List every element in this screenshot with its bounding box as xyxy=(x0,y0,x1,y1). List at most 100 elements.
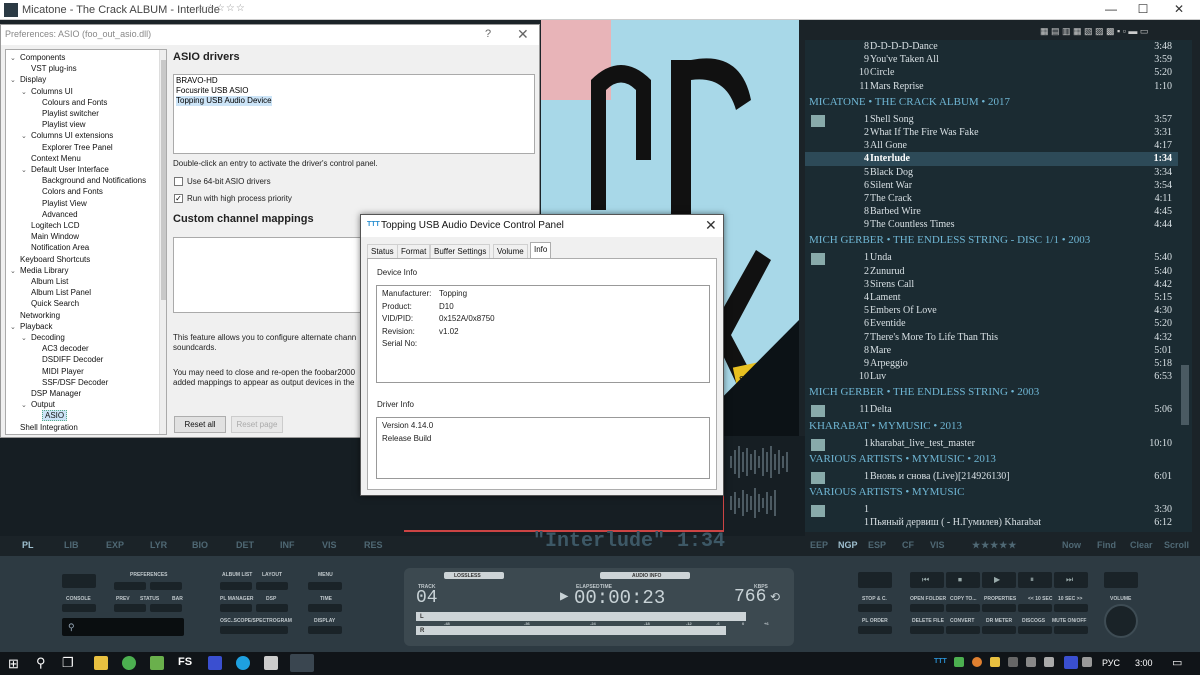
eject-button[interactable] xyxy=(1104,572,1138,588)
task-view-icon[interactable]: ❐ xyxy=(62,655,74,671)
preferences-close-button[interactable]: ✕ xyxy=(517,26,529,43)
osc-scope-button[interactable] xyxy=(220,626,288,634)
tray-icon-2[interactable] xyxy=(954,657,964,667)
tray-topping-icon[interactable]: TTT xyxy=(934,658,947,665)
display-button[interactable] xyxy=(308,626,342,634)
discogs-button[interactable] xyxy=(1018,626,1052,634)
status-button-a[interactable] xyxy=(114,604,146,612)
nav-tab[interactable]: LYR xyxy=(150,540,167,550)
playlist-row[interactable]: 3 Sirens Call 4:42 xyxy=(805,278,1178,291)
playlist-row[interactable]: 8 Barbed Wire 4:45 xyxy=(805,205,1178,218)
tree-item[interactable]: ⌄ Playback xyxy=(10,322,52,333)
tree-item[interactable]: ⌄ Display xyxy=(10,75,46,86)
nav-tab[interactable]: DET xyxy=(236,540,254,550)
nav-tab[interactable]: LIB xyxy=(64,540,79,550)
search-taskbar-icon[interactable]: ⚲ xyxy=(36,655,46,671)
tray-icon-6[interactable] xyxy=(1026,657,1036,667)
reset-page-button[interactable]: Reset page xyxy=(231,416,283,433)
tree-item[interactable]: Explorer Tree Panel xyxy=(32,143,113,154)
preferences-button-a[interactable] xyxy=(114,582,146,590)
playlist-row[interactable]: 1 Вновь и снова (Live)[214926130] 6:01 xyxy=(805,470,1178,484)
layout-button[interactable] xyxy=(256,582,288,590)
tray-icon-4[interactable] xyxy=(990,657,1000,667)
playlist-row[interactable]: 8 Mare 5:01 xyxy=(805,344,1178,357)
reset-all-button[interactable]: Reset all xyxy=(174,416,226,433)
playlist-action[interactable]: Now xyxy=(1062,540,1081,550)
status-button-b[interactable] xyxy=(150,604,182,612)
driver-item-selected[interactable]: Topping USB Audio Device xyxy=(176,96,532,106)
chevron-down-icon[interactable]: ⌄ xyxy=(10,54,20,62)
tree-item[interactable]: DSP Manager xyxy=(21,389,81,400)
panel-tab[interactable]: NGP xyxy=(838,540,858,550)
repeat-icon[interactable]: ⟲ xyxy=(770,590,780,605)
tree-item[interactable]: ⌄ Columns UI xyxy=(21,87,73,98)
stop-ac-button[interactable] xyxy=(858,572,892,588)
tree-item[interactable]: DSDIFF Decoder xyxy=(32,355,103,366)
fs-app[interactable]: FS xyxy=(178,656,192,668)
panel-tab[interactable]: VIS xyxy=(930,540,945,550)
pause-button[interactable] xyxy=(1018,572,1052,588)
driver-item[interactable]: BRAVO-HD xyxy=(176,76,532,86)
language-indicator[interactable]: РУС xyxy=(1102,658,1120,668)
file-explorer-icon[interactable] xyxy=(94,656,108,670)
stop-after-current-toggle[interactable] xyxy=(858,604,892,612)
nav-tab[interactable]: BIO xyxy=(192,540,208,550)
topping-taskbar-icon[interactable] xyxy=(290,654,314,672)
playlist-row[interactable]: 2 Zunurud 5:40 xyxy=(805,265,1178,278)
skype-icon[interactable] xyxy=(236,656,250,670)
playlist-row[interactable]: 6 Eventide 5:20 xyxy=(805,317,1178,330)
rating-stars-nav[interactable]: ★★★★★ xyxy=(972,540,1017,551)
tab-info[interactable]: Info xyxy=(530,242,552,258)
notepad-icon[interactable] xyxy=(150,656,164,670)
tree-scrollbar-thumb[interactable] xyxy=(161,60,166,300)
tree-item[interactable]: Shell Integration xyxy=(10,423,78,434)
volume-knob[interactable] xyxy=(1104,604,1138,638)
high-priority-checkbox[interactable]: ✓ xyxy=(174,194,183,203)
rating-stars[interactable]: ☆☆☆☆☆ xyxy=(196,3,246,14)
delete-file-button[interactable] xyxy=(910,626,944,634)
tab-format[interactable]: Format xyxy=(397,244,431,258)
console-button[interactable] xyxy=(62,604,96,612)
nav-tab[interactable]: INF xyxy=(280,540,295,550)
playlist-row[interactable]: 8 D-D-D-D-Dance 3:48 xyxy=(805,40,1178,53)
playlist-row[interactable]: 11 Mars Reprise 1:10 xyxy=(805,80,1178,93)
panel-tab[interactable]: EEP xyxy=(810,540,828,550)
tree-item[interactable]: Playlist View xyxy=(32,199,87,210)
playlist-row[interactable]: 1 Shell Song 3:57 xyxy=(805,113,1178,127)
start-icon[interactable]: ⊞ xyxy=(8,656,19,672)
pl-manager-button[interactable] xyxy=(220,604,252,612)
tree-item[interactable]: Logitech LCD xyxy=(21,221,79,232)
tree-item[interactable]: ⌄ Media Library xyxy=(10,266,68,277)
use64-checkbox[interactable] xyxy=(174,177,183,186)
chrome-icon[interactable] xyxy=(122,656,136,670)
control-panel-close-button[interactable]: ✕ xyxy=(705,217,717,234)
playlist-row[interactable]: 2 What If The Fire Was Fake 3:31 xyxy=(805,126,1178,139)
tree-scrollbar[interactable] xyxy=(159,50,166,434)
dr-meter-button[interactable] xyxy=(982,626,1016,634)
playlist-row[interactable]: 3 All Gone 4:17 xyxy=(805,139,1178,152)
tree-item[interactable]: ⌄ Columns UI extensions xyxy=(21,131,113,142)
playlist-row[interactable]: 4 Lament 5:15 xyxy=(805,291,1178,304)
help-button[interactable]: ? xyxy=(485,28,491,40)
clock[interactable]: 3:00 xyxy=(1135,658,1153,668)
playlist-group-header[interactable]: MICH GERBER • THE ENDLESS STRING - DISC … xyxy=(805,231,1178,251)
tree-item[interactable]: Advanced xyxy=(32,210,78,221)
tree-item[interactable]: Networking xyxy=(10,311,60,322)
search-field[interactable] xyxy=(62,618,184,636)
tree-item[interactable]: VST plug-ins xyxy=(21,64,77,75)
tab-volume[interactable]: Volume xyxy=(493,244,528,258)
playlist-row[interactable]: 5 Black Dog 3:34 xyxy=(805,166,1178,179)
asio-driver-list[interactable]: BRAVO-HD Focusrite USB ASIO Topping USB … xyxy=(173,74,535,154)
tree-item[interactable]: ⌄ Decoding xyxy=(21,333,65,344)
seek-back-button[interactable] xyxy=(1018,604,1052,612)
tree-item[interactable]: ⌄ Components xyxy=(10,53,65,64)
tree-item[interactable]: Keyboard Shortcuts xyxy=(10,255,90,266)
tree-item[interactable]: ASIO xyxy=(32,410,68,422)
panel-tab[interactable]: CF xyxy=(902,540,914,550)
chevron-down-icon[interactable]: ⌄ xyxy=(10,323,20,331)
tree-item[interactable]: Playlist view xyxy=(32,120,86,131)
chevron-down-icon[interactable]: ⌄ xyxy=(21,88,31,96)
tree-item[interactable]: MIDI Player xyxy=(32,367,84,378)
album-list-button[interactable] xyxy=(220,582,252,590)
tree-item[interactable]: Album List Panel xyxy=(21,288,91,299)
